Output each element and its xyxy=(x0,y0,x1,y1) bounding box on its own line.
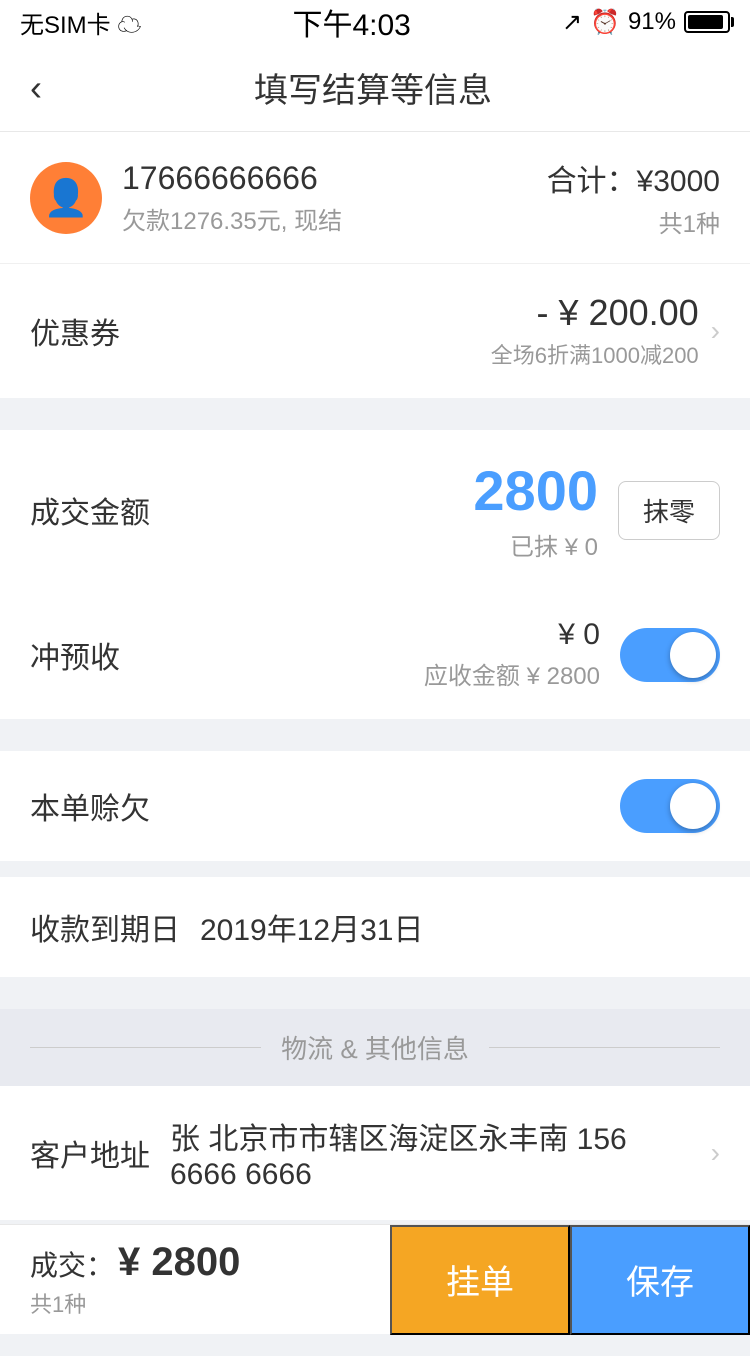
status-bar: 无SIM卡 ☁ 下午4:03 ↗ ⏰ 91% xyxy=(0,0,750,44)
divider-2 xyxy=(0,735,750,751)
sheqian-label: 本单赊欠 xyxy=(30,784,150,828)
save-button[interactable]: 保存 xyxy=(570,1225,750,1335)
logistics-header: 物流 & 其他信息 xyxy=(0,1009,750,1086)
nav-bar: ‹ 填写结算等信息 xyxy=(0,44,750,132)
amount-section: 成交金额 2800 已抹 ¥ 0 抹零 xyxy=(0,430,750,590)
date-value: 2019年12月31日 xyxy=(200,905,423,949)
deal-amount-wrap: 2800 已抹 ¥ 0 xyxy=(473,458,598,562)
sheqian-row: 本单赊欠 xyxy=(0,751,750,861)
deal-line: 成交： ¥ 2800 xyxy=(30,1240,360,1285)
coupon-label: 优惠券 xyxy=(30,309,120,353)
header-line-right xyxy=(489,1047,720,1048)
customer-row: 👤 17666666666 欠款1276.35元, 现结 合计：¥3000 共1… xyxy=(0,132,750,263)
status-right: ↗ ⏰ 91% xyxy=(562,8,730,37)
chong-amount-wrap: ¥ 0 应收金额 ¥ 2800 xyxy=(424,618,600,691)
date-row: 收款到期日 2019年12月31日 xyxy=(0,877,750,977)
deal-amount-right: 2800 已抹 ¥ 0 抹零 xyxy=(473,458,720,562)
customer-left: 👤 17666666666 欠款1276.35元, 现结 xyxy=(30,160,342,236)
logistics-header-text: 物流 & 其他信息 xyxy=(281,1029,469,1066)
divider-1 xyxy=(0,414,750,430)
customer-total: 合计：¥3000 xyxy=(547,156,720,200)
customer-info: 17666666666 欠款1276.35元, 现结 xyxy=(122,160,342,236)
content: 👤 17666666666 欠款1276.35元, 现结 合计：¥3000 共1… xyxy=(0,132,750,1356)
location-icon: ↗ xyxy=(562,8,582,37)
eraze-button[interactable]: 抹零 xyxy=(618,481,720,540)
deal-amount-row: 成交金额 2800 已抹 ¥ 0 抹零 xyxy=(30,430,720,590)
sheqian-toggle-knob xyxy=(670,783,716,829)
customer-phone: 17666666666 xyxy=(122,160,342,197)
coupon-desc: 全场6折满1000减200 xyxy=(491,338,699,370)
address-value: 张 北京市市辖区海淀区永丰南 156 6666 6666 xyxy=(170,1114,691,1192)
address-chevron-icon: › xyxy=(711,1137,720,1169)
coupon-chevron-icon: › xyxy=(711,315,720,347)
customer-right: 合计：¥3000 共1种 xyxy=(547,156,720,239)
sheqian-toggle[interactable] xyxy=(620,779,720,833)
battery-icon xyxy=(684,11,730,33)
customer-card: 👤 17666666666 欠款1276.35元, 现结 合计：¥3000 共1… xyxy=(0,132,750,398)
bottom-bar: 成交： ¥ 2800 共1种 挂单 保存 xyxy=(0,1224,750,1334)
hang-button[interactable]: 挂单 xyxy=(390,1225,570,1335)
status-time: 下午4:03 xyxy=(292,0,410,44)
header-line-left xyxy=(30,1047,261,1048)
address-label: 客户地址 xyxy=(30,1131,150,1175)
address-row[interactable]: 客户地址 张 北京市市辖区海淀区永丰南 156 6666 6666 › xyxy=(0,1086,750,1220)
chong-row: 冲预收 ¥ 0 应收金额 ¥ 2800 xyxy=(0,590,750,719)
chong-label: 冲预收 xyxy=(30,633,120,677)
chong-sub: 应收金额 ¥ 2800 xyxy=(424,656,600,691)
date-label: 收款到期日 xyxy=(30,905,180,949)
customer-count: 共1种 xyxy=(547,204,720,239)
toggle-knob xyxy=(670,632,716,678)
coupon-row[interactable]: 优惠券 - ¥ 200.00 全场6折满1000减200 › xyxy=(0,263,750,398)
status-left: 无SIM卡 ☁ xyxy=(20,5,141,40)
coupon-right: - ¥ 200.00 全场6折满1000减200 › xyxy=(491,292,720,370)
back-button[interactable]: ‹ xyxy=(30,67,42,109)
sim-status: 无SIM卡 ☁ xyxy=(20,5,141,40)
chong-amount: ¥ 0 xyxy=(424,618,600,652)
avatar: 👤 xyxy=(30,162,102,234)
customer-sub: 欠款1276.35元, 现结 xyxy=(122,201,342,236)
avatar-icon: 👤 xyxy=(44,177,89,219)
coupon-text: - ¥ 200.00 全场6折满1000减200 xyxy=(491,292,699,370)
bottom-deal-amount: ¥ 2800 xyxy=(118,1240,240,1285)
deal-amount-sub: 已抹 ¥ 0 xyxy=(473,527,598,562)
deal-amount-label: 成交金额 xyxy=(30,488,150,532)
chong-toggle[interactable] xyxy=(620,628,720,682)
divider-3 xyxy=(0,993,750,1009)
bottom-deal-prefix: 成交： xyxy=(30,1244,114,1284)
chong-right: ¥ 0 应收金额 ¥ 2800 xyxy=(424,618,720,691)
bottom-summary: 成交： ¥ 2800 共1种 xyxy=(0,1240,390,1319)
coupon-amount: - ¥ 200.00 xyxy=(491,292,699,334)
battery-percent: 91% xyxy=(628,8,676,36)
deal-amount-value: 2800 xyxy=(473,458,598,523)
alarm-icon: ⏰ xyxy=(590,8,620,37)
page-title: 填写结算等信息 xyxy=(62,63,684,112)
bottom-deal-count: 共1种 xyxy=(30,1287,360,1319)
